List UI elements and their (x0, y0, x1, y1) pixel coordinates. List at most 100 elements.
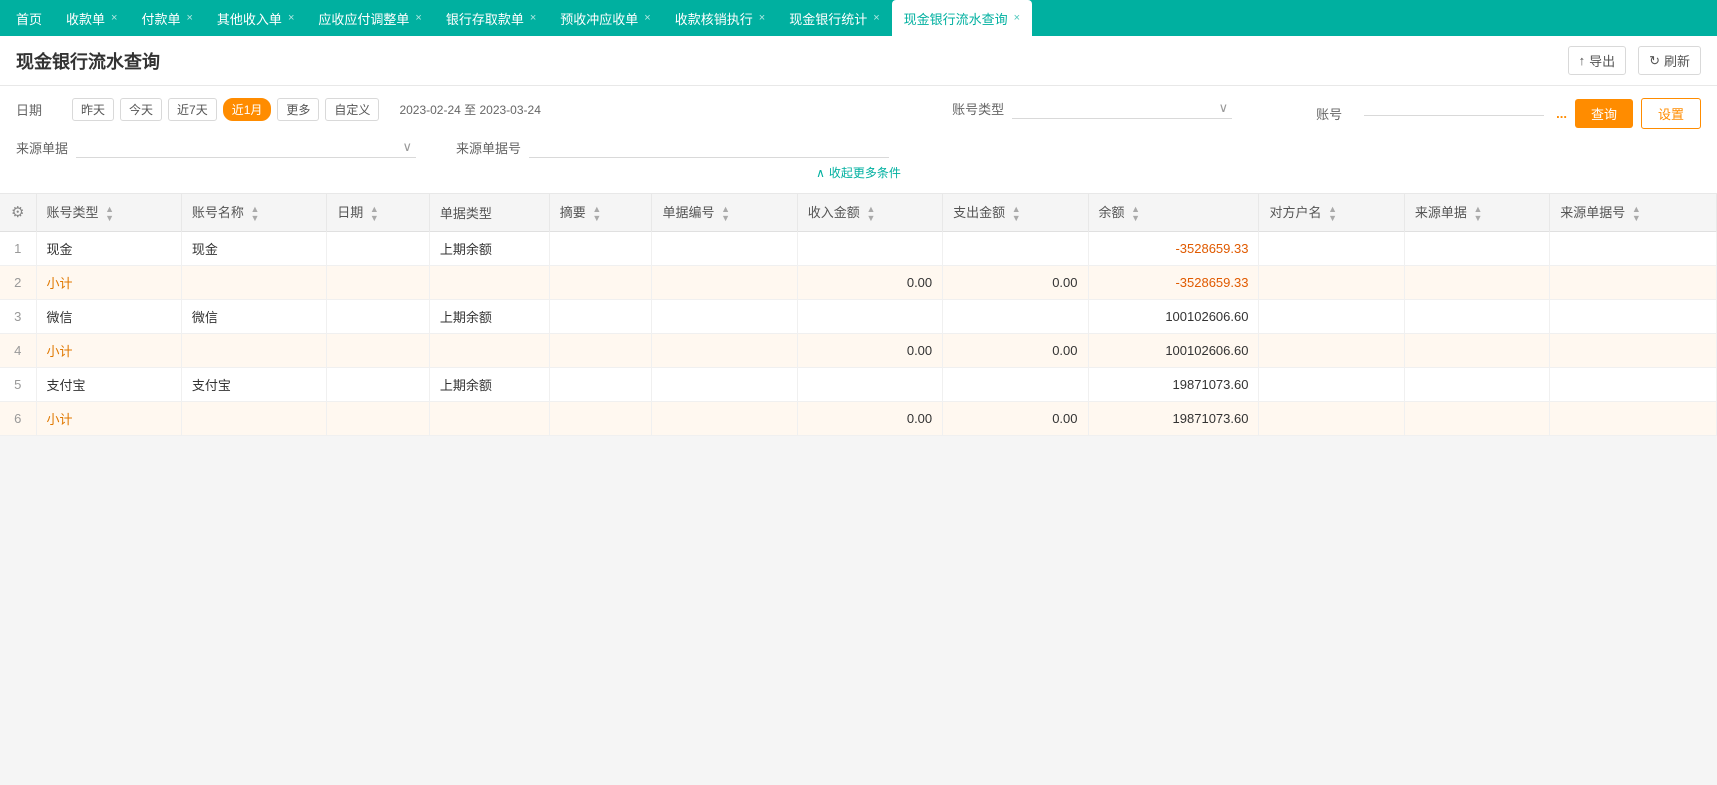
cell-source-doc-no (1550, 299, 1717, 333)
date-today[interactable]: 今天 (120, 98, 162, 121)
cell-summary (549, 231, 652, 265)
nav-bank-stats[interactable]: 现金银行统计 × (777, 0, 891, 36)
cell-account-name: 现金 (181, 231, 326, 265)
nav-bank-deposit[interactable]: 银行存取款单 × (434, 0, 548, 36)
date-yesterday[interactable]: 昨天 (72, 98, 114, 121)
cell-counterparty (1259, 367, 1404, 401)
close-bank-stats-icon[interactable]: × (873, 12, 879, 24)
cell-account-type: 支付宝 (36, 367, 181, 401)
date-7days[interactable]: 近7天 (168, 98, 217, 121)
cell-row-num: 5 (0, 367, 36, 401)
filter-area: 日期 昨天 今天 近7天 近1月 更多 自定义 2023-02-24 至 202… (0, 86, 1717, 194)
cell-balance: 19871073.60 (1088, 401, 1259, 435)
cell-doc-type (429, 333, 549, 367)
col-doc-no: 单据编号 ▲▼ (652, 194, 797, 231)
close-bank-flow-icon[interactable]: × (1014, 12, 1020, 24)
cell-summary (549, 299, 652, 333)
col-counterparty-label: 对方户名 (1269, 205, 1321, 220)
sort-date[interactable]: ▲▼ (370, 205, 379, 223)
sort-balance[interactable]: ▲▼ (1131, 205, 1140, 223)
cell-expense (943, 299, 1088, 333)
col-source-doc-no: 来源单据号 ▲▼ (1550, 194, 1717, 231)
close-bank-deposit-icon[interactable]: × (530, 12, 536, 24)
nav-receipt[interactable]: 收款单 × (54, 0, 129, 36)
cell-expense (943, 367, 1088, 401)
cell-date (327, 401, 430, 435)
sort-account-name[interactable]: ▲▼ (251, 205, 260, 223)
export-button[interactable]: ↑ 导出 (1568, 46, 1627, 75)
cell-doc-no (652, 231, 797, 265)
sort-source-doc-no[interactable]: ▲▼ (1632, 205, 1641, 223)
col-doc-no-label: 单据编号 (662, 205, 714, 220)
col-account-type: 账号类型 ▲▼ (36, 194, 181, 231)
header-actions: ↑ 导出 ↻ 刷新 (1568, 46, 1701, 75)
date-1month[interactable]: 近1月 (223, 98, 272, 121)
cell-balance: 100102606.60 (1088, 299, 1259, 333)
nav-writeoff[interactable]: 收款核销执行 × (663, 0, 777, 36)
cell-source-doc-no (1550, 265, 1717, 299)
cell-source-doc-no (1550, 367, 1717, 401)
account-number-input[interactable] (1364, 111, 1544, 116)
cell-row-num: 1 (0, 231, 36, 265)
nav-other-income[interactable]: 其他收入单 × (205, 0, 306, 36)
cell-source-doc (1404, 265, 1549, 299)
source-doc-no-input[interactable] (529, 138, 889, 158)
close-writeoff-icon[interactable]: × (759, 12, 765, 24)
sort-doc-no[interactable]: ▲▼ (721, 205, 730, 223)
close-receipt-icon[interactable]: × (111, 12, 117, 24)
table-row: 2 小计 0.00 0.00 -3528659.33 (0, 265, 1717, 299)
collapse-up-icon: ∧ (816, 166, 825, 180)
col-account-name-label: 账号名称 (192, 205, 244, 220)
sort-account-type[interactable]: ▲▼ (105, 205, 114, 223)
col-gear: ⚙ (0, 194, 36, 231)
cell-row-num: 2 (0, 265, 36, 299)
close-payment-icon[interactable]: × (186, 12, 192, 24)
close-other-income-icon[interactable]: × (288, 12, 294, 24)
sort-income[interactable]: ▲▼ (866, 205, 875, 223)
account-type-select[interactable]: ∨ (1012, 98, 1232, 119)
cell-counterparty (1259, 265, 1404, 299)
col-balance-label: 余额 (1099, 205, 1125, 220)
refresh-button[interactable]: ↻ 刷新 (1638, 46, 1701, 75)
cell-income (797, 299, 942, 333)
cell-balance: 100102606.60 (1088, 333, 1259, 367)
nav-bank-flow[interactable]: 现金银行流水查询 × (892, 0, 1032, 36)
cell-date (327, 265, 430, 299)
source-doc-select[interactable]: ∨ (76, 137, 416, 158)
date-more[interactable]: 更多 (277, 98, 319, 121)
cell-doc-no (652, 333, 797, 367)
close-advance-icon[interactable]: × (644, 12, 650, 24)
sort-summary[interactable]: ▲▼ (592, 205, 601, 223)
date-custom[interactable]: 自定义 (325, 98, 379, 121)
nav-payment[interactable]: 付款单 × (129, 0, 204, 36)
col-account-name: 账号名称 ▲▼ (181, 194, 326, 231)
cell-balance: -3528659.33 (1088, 231, 1259, 265)
cell-income (797, 367, 942, 401)
gear-icon[interactable]: ⚙ (11, 204, 24, 221)
cell-summary (549, 265, 652, 299)
cell-account-type: 小计 (36, 401, 181, 435)
table-header-row: ⚙ 账号类型 ▲▼ 账号名称 ▲▼ 日期 ▲▼ 单据类型 摘 (0, 194, 1717, 231)
data-table: ⚙ 账号类型 ▲▼ 账号名称 ▲▼ 日期 ▲▼ 单据类型 摘 (0, 194, 1717, 436)
nav-advance[interactable]: 预收冲应收单 × (548, 0, 662, 36)
col-expense-label: 支出金额 (953, 205, 1005, 220)
col-counterparty: 对方户名 ▲▼ (1259, 194, 1404, 231)
nav-home[interactable]: 首页 (4, 0, 54, 36)
collapse-bar[interactable]: ∧ 收起更多条件 (16, 164, 1701, 181)
close-adjustment-icon[interactable]: × (415, 12, 421, 24)
account-more-button[interactable]: ... (1556, 106, 1567, 121)
table-row: 3 微信 微信 上期余额 100102606.60 (0, 299, 1717, 333)
sort-counterparty[interactable]: ▲▼ (1328, 205, 1337, 223)
cell-summary (549, 367, 652, 401)
cell-doc-type: 上期余额 (429, 231, 549, 265)
table-row: 6 小计 0.00 0.00 19871073.60 (0, 401, 1717, 435)
cell-income: 0.00 (797, 265, 942, 299)
settings-button[interactable]: 设置 (1641, 98, 1701, 129)
cell-source-doc (1404, 367, 1549, 401)
col-source-doc-label: 来源单据 (1415, 205, 1467, 220)
account-type-label: 账号类型 (952, 99, 1004, 118)
nav-adjustment[interactable]: 应收应付调整单 × (306, 0, 433, 36)
sort-expense[interactable]: ▲▼ (1012, 205, 1021, 223)
sort-source-doc[interactable]: ▲▼ (1473, 205, 1482, 223)
query-button[interactable]: 查询 (1575, 99, 1633, 128)
